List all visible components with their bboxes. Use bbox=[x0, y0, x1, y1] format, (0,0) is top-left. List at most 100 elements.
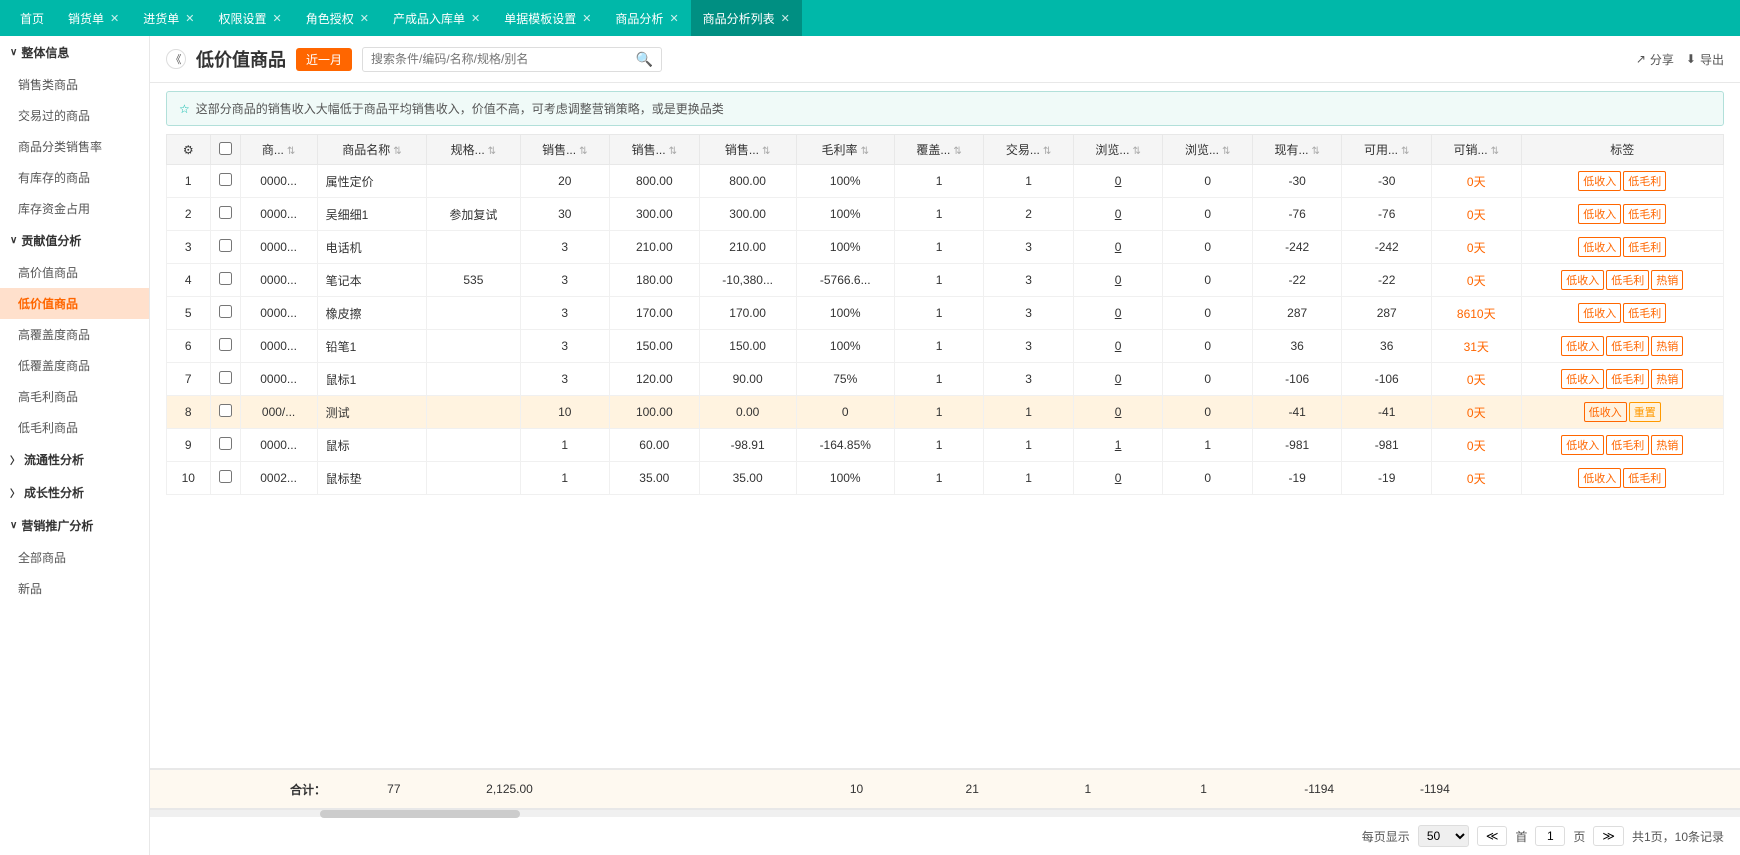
row-checkbox-cell[interactable] bbox=[210, 297, 240, 330]
sidebar-item-stock-products[interactable]: 有库存的商品 bbox=[0, 162, 149, 193]
sidebar-item-low-coverage[interactable]: 低覆盖度商品 bbox=[0, 350, 149, 381]
nav-product-analysis-list[interactable]: 商品分析列表 ✕ bbox=[691, 0, 802, 36]
row-checkbox[interactable] bbox=[219, 437, 232, 450]
col-name[interactable]: 商品名称⇅ bbox=[317, 135, 427, 165]
export-button[interactable]: ⬇ 导出 bbox=[1686, 51, 1724, 68]
row-checkbox[interactable] bbox=[219, 371, 232, 384]
close-icon[interactable]: ✕ bbox=[273, 12, 282, 25]
row-checkbox-cell[interactable] bbox=[210, 231, 240, 264]
next-page-button[interactable]: ≫ bbox=[1593, 826, 1624, 846]
sidebar-group-growth[interactable]: 〉 成长性分析 bbox=[0, 476, 149, 509]
row-view1[interactable]: 0 bbox=[1073, 330, 1163, 363]
close-icon[interactable]: ✕ bbox=[781, 12, 790, 25]
row-checkbox-cell[interactable] bbox=[210, 198, 240, 231]
view-link[interactable]: 0 bbox=[1115, 273, 1122, 287]
row-checkbox-cell[interactable] bbox=[210, 396, 240, 429]
nav-permission-setting[interactable]: 权限设置 ✕ bbox=[206, 0, 293, 36]
collapse-sidebar-button[interactable]: 《 bbox=[166, 49, 186, 69]
search-input[interactable] bbox=[371, 52, 631, 66]
row-checkbox-cell[interactable] bbox=[210, 264, 240, 297]
sidebar-item-all-products[interactable]: 全部商品 bbox=[0, 542, 149, 573]
close-icon[interactable]: ✕ bbox=[582, 12, 591, 25]
view-link[interactable]: 0 bbox=[1115, 207, 1122, 221]
horizontal-scrollbar[interactable] bbox=[150, 809, 1740, 817]
col-current[interactable]: 现有...⇅ bbox=[1252, 135, 1342, 165]
row-view1[interactable]: 1 bbox=[1073, 429, 1163, 462]
per-page-select[interactable]: 50 100 200 bbox=[1418, 825, 1469, 847]
row-checkbox-cell[interactable] bbox=[210, 330, 240, 363]
col-margin[interactable]: 毛利率⇅ bbox=[796, 135, 894, 165]
sidebar-item-high-value[interactable]: 高价值商品 bbox=[0, 257, 149, 288]
col-settings[interactable]: ⚙ bbox=[167, 135, 211, 165]
row-view1[interactable]: 0 bbox=[1073, 363, 1163, 396]
col-sale-qty[interactable]: 销售...⇅ bbox=[520, 135, 610, 165]
sidebar-group-marketing[interactable]: ∨ 营销推广分析 bbox=[0, 509, 149, 542]
sidebar-item-stock-funds[interactable]: 库存资金占用 bbox=[0, 193, 149, 224]
filter-period-button[interactable]: 近一月 bbox=[296, 48, 352, 71]
row-checkbox[interactable] bbox=[219, 206, 232, 219]
select-all-checkbox[interactable] bbox=[219, 142, 232, 155]
row-view1[interactable]: 0 bbox=[1073, 264, 1163, 297]
view-link[interactable]: 0 bbox=[1115, 405, 1122, 419]
col-sale-profit[interactable]: 销售...⇅ bbox=[699, 135, 796, 165]
nav-role-auth[interactable]: 角色授权 ✕ bbox=[294, 0, 381, 36]
row-view1[interactable]: 0 bbox=[1073, 165, 1163, 198]
col-checkbox[interactable] bbox=[210, 135, 240, 165]
nav-product-analysis[interactable]: 商品分析 ✕ bbox=[603, 0, 690, 36]
close-icon[interactable]: ✕ bbox=[110, 12, 119, 25]
sidebar-group-circulation[interactable]: 〉 流通性分析 bbox=[0, 443, 149, 476]
view-link[interactable]: 0 bbox=[1115, 240, 1122, 254]
close-icon[interactable]: ✕ bbox=[471, 12, 480, 25]
view-link[interactable]: 0 bbox=[1115, 306, 1122, 320]
row-checkbox-cell[interactable] bbox=[210, 429, 240, 462]
col-saleable[interactable]: 可销...⇅ bbox=[1431, 135, 1521, 165]
sidebar-item-low-margin[interactable]: 低毛利商品 bbox=[0, 412, 149, 443]
nav-template-setting[interactable]: 单据模板设置 ✕ bbox=[492, 0, 603, 36]
row-checkbox-cell[interactable] bbox=[210, 462, 240, 495]
col-code[interactable]: 商...⇅ bbox=[240, 135, 317, 165]
row-checkbox[interactable] bbox=[219, 173, 232, 186]
nav-purchase-order[interactable]: 进货单 ✕ bbox=[131, 0, 206, 36]
row-checkbox-cell[interactable] bbox=[210, 363, 240, 396]
col-trade[interactable]: 交易...⇅ bbox=[984, 135, 1074, 165]
view-link[interactable]: 0 bbox=[1115, 174, 1122, 188]
col-available[interactable]: 可用...⇅ bbox=[1342, 135, 1432, 165]
row-view1[interactable]: 0 bbox=[1073, 462, 1163, 495]
sidebar-item-sales-products[interactable]: 销售类商品 bbox=[0, 69, 149, 100]
close-icon[interactable]: ✕ bbox=[360, 12, 369, 25]
row-checkbox[interactable] bbox=[219, 305, 232, 318]
view-link[interactable]: 1 bbox=[1115, 438, 1122, 452]
page-number-input[interactable] bbox=[1535, 826, 1565, 846]
sidebar-item-high-margin[interactable]: 高毛利商品 bbox=[0, 381, 149, 412]
col-spec[interactable]: 规格...⇅ bbox=[427, 135, 520, 165]
view-link[interactable]: 0 bbox=[1115, 471, 1122, 485]
sidebar-item-low-value[interactable]: 低价值商品 bbox=[0, 288, 149, 319]
row-checkbox[interactable] bbox=[219, 272, 232, 285]
first-page-button[interactable]: ≪ bbox=[1477, 826, 1508, 846]
col-coverage[interactable]: 覆盖...⇅ bbox=[894, 135, 984, 165]
sidebar-item-category-sales-rate[interactable]: 商品分类销售率 bbox=[0, 131, 149, 162]
sidebar-item-new-products[interactable]: 新品 bbox=[0, 573, 149, 604]
sidebar-group-overall[interactable]: ∨ 整体信息 bbox=[0, 36, 149, 69]
sidebar-item-high-coverage[interactable]: 高覆盖度商品 bbox=[0, 319, 149, 350]
view-link[interactable]: 0 bbox=[1115, 339, 1122, 353]
row-checkbox-cell[interactable] bbox=[210, 165, 240, 198]
row-view1[interactable]: 0 bbox=[1073, 297, 1163, 330]
row-view1[interactable]: 0 bbox=[1073, 198, 1163, 231]
row-checkbox[interactable] bbox=[219, 239, 232, 252]
view-link[interactable]: 0 bbox=[1115, 372, 1122, 386]
close-icon[interactable]: ✕ bbox=[669, 12, 678, 25]
col-sale-amt[interactable]: 销售...⇅ bbox=[610, 135, 700, 165]
nav-home[interactable]: 首页 bbox=[8, 0, 56, 36]
sidebar-item-traded-products[interactable]: 交易过的商品 bbox=[0, 100, 149, 131]
col-view1[interactable]: 浏览...⇅ bbox=[1073, 135, 1163, 165]
share-button[interactable]: ↗ 分享 bbox=[1636, 51, 1674, 68]
sidebar-group-contribution[interactable]: ∨ 贡献值分析 bbox=[0, 224, 149, 257]
nav-sales-order[interactable]: 销货单 ✕ bbox=[56, 0, 131, 36]
row-checkbox[interactable] bbox=[219, 470, 232, 483]
row-view1[interactable]: 0 bbox=[1073, 396, 1163, 429]
row-view1[interactable]: 0 bbox=[1073, 231, 1163, 264]
row-checkbox[interactable] bbox=[219, 338, 232, 351]
col-view2[interactable]: 浏览...⇅ bbox=[1163, 135, 1253, 165]
close-icon[interactable]: ✕ bbox=[185, 12, 194, 25]
